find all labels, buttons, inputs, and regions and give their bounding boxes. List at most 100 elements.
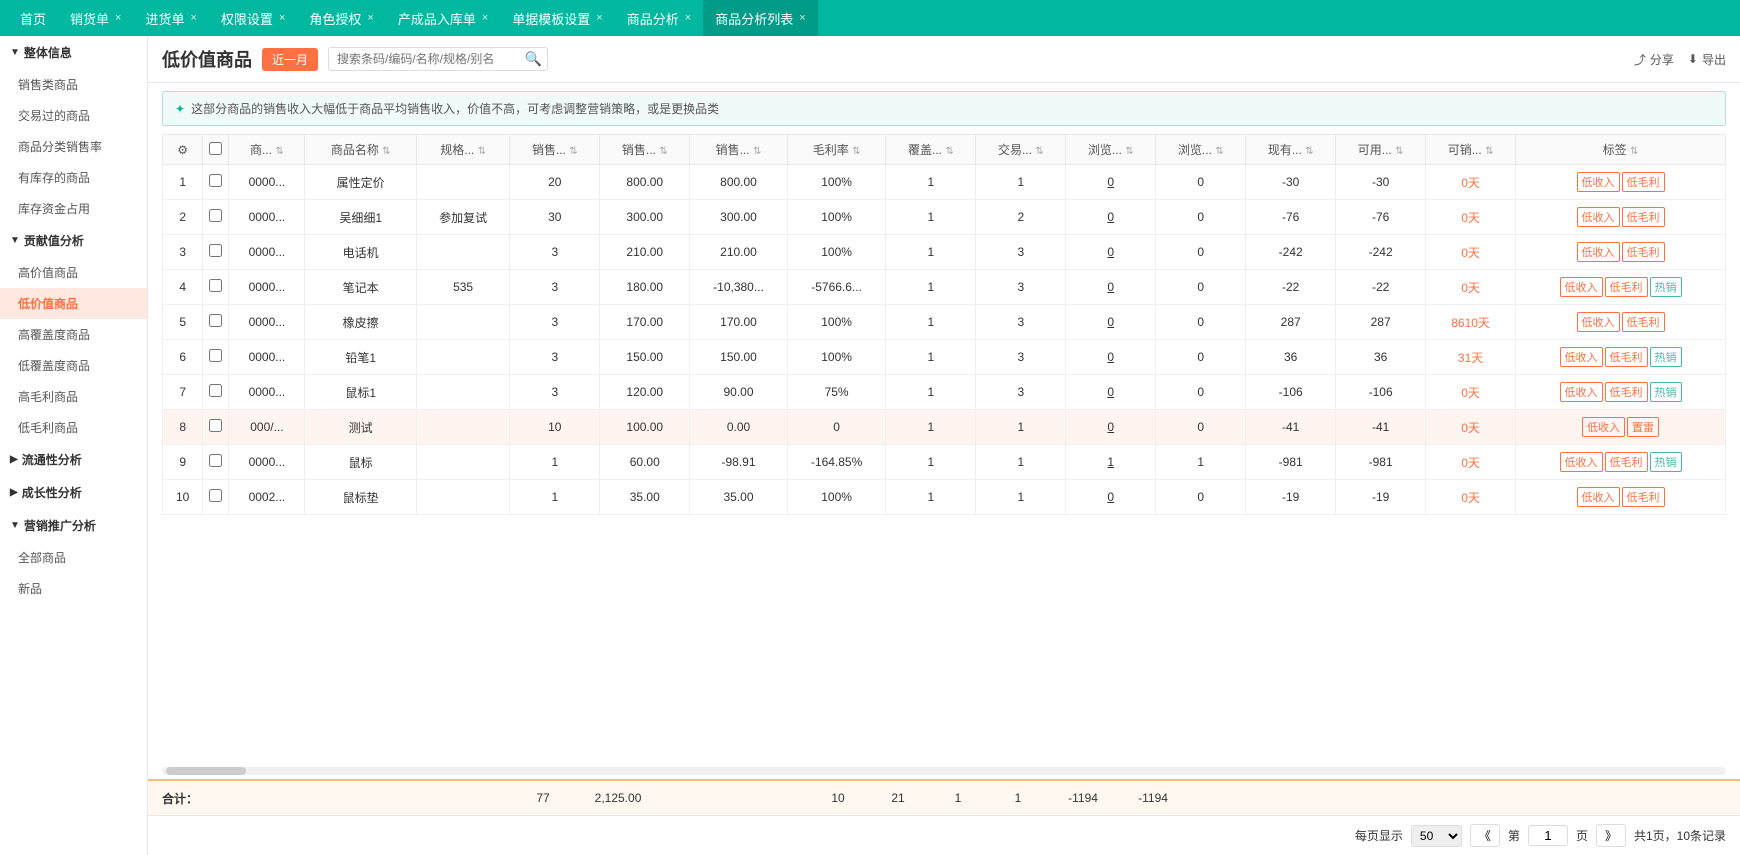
col-current[interactable]: 现有... ⇅: [1246, 135, 1336, 165]
sidebar-section-flow[interactable]: ▶ 流通性分析: [0, 443, 147, 476]
sidebar-item-high-gross[interactable]: 高毛利商品: [0, 381, 147, 412]
browse1-link[interactable]: 1: [1107, 455, 1114, 469]
cell-checkbox[interactable]: [203, 165, 229, 200]
row-checkbox[interactable]: [209, 279, 222, 292]
cell-browse1[interactable]: 0: [1066, 235, 1156, 270]
next-page-button[interactable]: 》: [1596, 824, 1626, 847]
page-input[interactable]: [1528, 825, 1568, 846]
cell-checkbox[interactable]: [203, 375, 229, 410]
sidebar-section-marketing[interactable]: ▼ 营销推广分析: [0, 509, 147, 542]
filter-button[interactable]: 近一月: [262, 48, 318, 71]
sidebar-item-stock-capital[interactable]: 库存资金占用: [0, 193, 147, 224]
col-spec[interactable]: 规格... ⇅: [416, 135, 509, 165]
sidebar-item-stocked-goods[interactable]: 有库存的商品: [0, 162, 147, 193]
browse1-link[interactable]: 0: [1107, 420, 1114, 434]
cell-browse1[interactable]: 0: [1066, 200, 1156, 235]
cell-browse1[interactable]: 0: [1066, 340, 1156, 375]
sidebar-item-traded-goods[interactable]: 交易过的商品: [0, 100, 147, 131]
row-checkbox[interactable]: [209, 244, 222, 257]
nav-product-entry[interactable]: 产成品入库单 ×: [386, 0, 500, 36]
browse1-link[interactable]: 0: [1107, 385, 1114, 399]
cell-checkbox[interactable]: [203, 270, 229, 305]
cell-browse1[interactable]: 0: [1066, 375, 1156, 410]
col-settings[interactable]: ⚙: [163, 135, 203, 165]
close-icon[interactable]: ×: [685, 12, 691, 24]
sidebar-item-low-gross[interactable]: 低毛利商品: [0, 412, 147, 443]
col-saleable[interactable]: 可销... ⇅: [1426, 135, 1516, 165]
sidebar-item-high-coverage[interactable]: 高覆盖度商品: [0, 319, 147, 350]
sidebar-item-sales-goods[interactable]: 销售类商品: [0, 69, 147, 100]
nav-goods-list[interactable]: 商品分析列表 ×: [703, 0, 817, 36]
search-input[interactable]: [328, 47, 548, 71]
col-coverage[interactable]: 覆盖... ⇅: [886, 135, 976, 165]
sidebar-item-category-rate[interactable]: 商品分类销售率: [0, 131, 147, 162]
cell-checkbox[interactable]: [203, 200, 229, 235]
sidebar-section-contribution[interactable]: ▼ 贡献值分析: [0, 224, 147, 257]
sidebar-section-overall[interactable]: ▼ 整体信息: [0, 36, 147, 69]
row-checkbox[interactable]: [209, 209, 222, 222]
close-icon[interactable]: ×: [596, 12, 602, 24]
select-all-checkbox[interactable]: [209, 142, 222, 155]
col-checkbox[interactable]: [203, 135, 229, 165]
row-checkbox[interactable]: [209, 454, 222, 467]
row-checkbox[interactable]: [209, 174, 222, 187]
close-icon[interactable]: ×: [799, 12, 805, 24]
cell-checkbox[interactable]: [203, 480, 229, 515]
col-available[interactable]: 可用... ⇅: [1336, 135, 1426, 165]
sidebar-item-high-value[interactable]: 高价值商品: [0, 257, 147, 288]
browse1-link[interactable]: 0: [1107, 315, 1114, 329]
browse1-link[interactable]: 0: [1107, 245, 1114, 259]
nav-auth[interactable]: 权限设置 ×: [209, 0, 297, 36]
col-browse1[interactable]: 浏览... ⇅: [1066, 135, 1156, 165]
browse1-link[interactable]: 0: [1107, 280, 1114, 294]
col-tags[interactable]: 标签 ⇅: [1516, 135, 1726, 165]
browse1-link[interactable]: 0: [1107, 490, 1114, 504]
col-sale-price[interactable]: 销售... ⇅: [600, 135, 690, 165]
cell-checkbox[interactable]: [203, 305, 229, 340]
cell-checkbox[interactable]: [203, 340, 229, 375]
cell-checkbox[interactable]: [203, 410, 229, 445]
cell-browse1[interactable]: 1: [1066, 445, 1156, 480]
row-checkbox[interactable]: [209, 489, 222, 502]
row-checkbox[interactable]: [209, 314, 222, 327]
prev-page-button[interactable]: 《: [1470, 824, 1500, 847]
cell-checkbox[interactable]: [203, 445, 229, 480]
cell-browse1[interactable]: 0: [1066, 165, 1156, 200]
nav-purchase[interactable]: 进货单 ×: [133, 0, 208, 36]
row-checkbox[interactable]: [209, 349, 222, 362]
col-gross-margin[interactable]: 毛利率 ⇅: [787, 135, 886, 165]
row-checkbox[interactable]: [209, 419, 222, 432]
browse1-link[interactable]: 0: [1107, 350, 1114, 364]
close-icon[interactable]: ×: [115, 12, 121, 24]
nav-template[interactable]: 单据模板设置 ×: [500, 0, 614, 36]
sidebar-item-all-goods[interactable]: 全部商品: [0, 542, 147, 573]
row-checkbox[interactable]: [209, 384, 222, 397]
col-code[interactable]: 商... ⇅: [229, 135, 305, 165]
cell-browse1[interactable]: 0: [1066, 305, 1156, 340]
col-qty[interactable]: 销售... ⇅: [510, 135, 600, 165]
export-button[interactable]: ⬇ 导出: [1688, 51, 1726, 68]
nav-home[interactable]: 首页: [8, 0, 58, 36]
cell-browse1[interactable]: 0: [1066, 480, 1156, 515]
nav-sales[interactable]: 销货单 ×: [58, 0, 133, 36]
sidebar-section-growth[interactable]: ▶ 成长性分析: [0, 476, 147, 509]
close-icon[interactable]: ×: [482, 12, 488, 24]
scrollbar-thumb[interactable]: [166, 767, 246, 775]
cell-browse1[interactable]: 0: [1066, 410, 1156, 445]
sidebar-item-low-value[interactable]: 低价值商品: [0, 288, 147, 319]
cell-checkbox[interactable]: [203, 235, 229, 270]
share-button[interactable]: ⤴ 分享: [1634, 51, 1674, 68]
close-icon[interactable]: ×: [279, 12, 285, 24]
horizontal-scrollbar[interactable]: [162, 767, 1726, 775]
close-icon[interactable]: ×: [190, 12, 196, 24]
browse1-link[interactable]: 0: [1107, 210, 1114, 224]
col-sale-amount[interactable]: 销售... ⇅: [690, 135, 788, 165]
sidebar-item-new-goods[interactable]: 新品: [0, 573, 147, 604]
col-trade[interactable]: 交易... ⇅: [976, 135, 1066, 165]
browse1-link[interactable]: 0: [1107, 175, 1114, 189]
col-name[interactable]: 商品名称 ⇅: [305, 135, 416, 165]
per-page-select[interactable]: 50 100 200: [1411, 825, 1462, 847]
nav-goods-analysis[interactable]: 商品分析 ×: [615, 0, 703, 36]
close-icon[interactable]: ×: [367, 12, 373, 24]
col-browse2[interactable]: 浏览... ⇅: [1156, 135, 1246, 165]
